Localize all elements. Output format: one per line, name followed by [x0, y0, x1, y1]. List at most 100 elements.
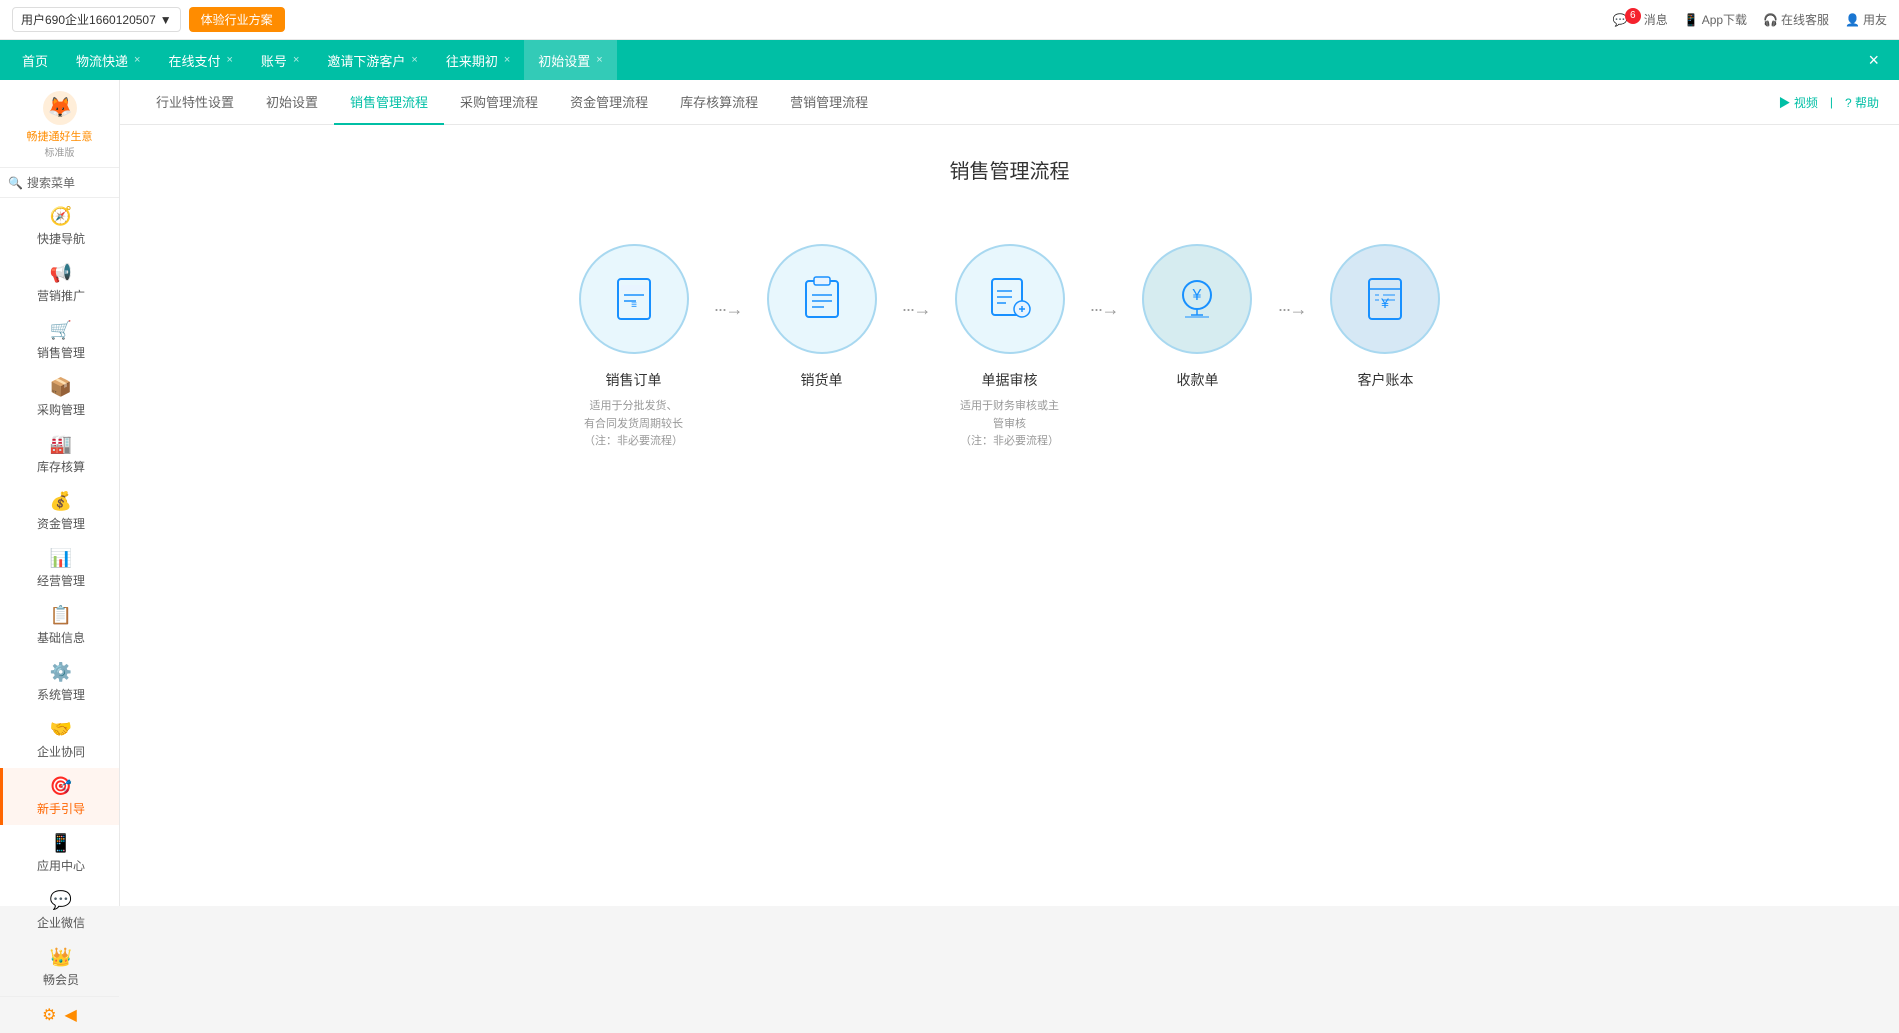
- sidebar-item-label: 销售管理: [37, 344, 85, 361]
- step-circle-audit: [955, 244, 1065, 354]
- step-circle-sales-order: ≡: [579, 244, 689, 354]
- sub-tab-finance-flow[interactable]: 资金管理流程: [554, 80, 664, 125]
- quick-nav-icon: 🧭: [50, 206, 72, 227]
- member-icon: 👑: [50, 947, 72, 968]
- sidebar-item-quick-nav[interactable]: 🧭 快捷导航: [0, 198, 119, 255]
- nav-tab-close-icon[interactable]: ×: [596, 54, 602, 66]
- user-avatar-item[interactable]: 👤 用友: [1845, 11, 1887, 28]
- sub-tab-industry[interactable]: 行业特性设置: [140, 80, 250, 125]
- receipt-icon: ¥: [1171, 273, 1223, 325]
- sub-tab-purchase-flow[interactable]: 采购管理流程: [444, 80, 554, 125]
- sidebar-item-guide[interactable]: 🎯 新手引导: [0, 768, 119, 825]
- step-name-delivery: 销货单: [801, 370, 843, 390]
- sub-tab-sales-flow[interactable]: 销售管理流程: [334, 80, 444, 125]
- sidebar-item-member[interactable]: 👑 畅会员: [0, 939, 119, 996]
- sub-tab-init[interactable]: 初始设置: [250, 80, 334, 125]
- nav-tab-home[interactable]: 首页: [8, 40, 62, 80]
- sidebar-search[interactable]: 🔍 搜索菜单: [0, 168, 119, 198]
- delivery-icon: [796, 273, 848, 325]
- app-download-item[interactable]: 📱 App下载: [1684, 11, 1747, 28]
- sidebar-item-weixin[interactable]: 💬 企业微信: [0, 882, 119, 939]
- flow-arrow-1: ···→: [714, 244, 742, 320]
- sidebar-item-operation[interactable]: 📊 经营管理: [0, 540, 119, 597]
- flow-content: 销售管理流程 ≡ 销售订单 适用: [120, 125, 1899, 906]
- sidebar-logo: 🦊 畅捷通好生意 标准版: [0, 80, 119, 168]
- nav-close-all-btn[interactable]: ×: [1856, 50, 1891, 71]
- nav-tab-close-icon[interactable]: ×: [411, 54, 417, 66]
- nav-tab-close-icon[interactable]: ×: [226, 54, 232, 66]
- guide-icon: 🎯: [50, 776, 72, 797]
- header-right: 💬 6 消息 📱 App下载 🎧 在线客服 👤 用友: [1613, 11, 1887, 28]
- sidebar-item-label: 库存核算: [37, 458, 85, 475]
- sidebar-item-collab[interactable]: 🤝 企业协同: [0, 711, 119, 768]
- sales-icon: 🛒: [50, 320, 72, 341]
- chevron-down-icon: ▼: [160, 13, 172, 27]
- sidebar-item-finance[interactable]: 💰 资金管理: [0, 483, 119, 540]
- nav-tab-label: 物流快递: [76, 51, 128, 70]
- weixin-icon: 💬: [50, 890, 72, 911]
- flow-step-sales-order: ≡ 销售订单 适用于分批发货、有合同发货周期较长（注：非必要流程）: [554, 244, 714, 451]
- nav-tab-label: 首页: [22, 51, 48, 70]
- nav-tab-account[interactable]: 账号 ×: [247, 40, 313, 80]
- nav-tab-period[interactable]: 往来期初 ×: [432, 40, 524, 80]
- nav-tab-close-icon[interactable]: ×: [134, 54, 140, 66]
- sidebar-item-app-center[interactable]: 📱 应用中心: [0, 825, 119, 882]
- purchase-icon: 📦: [50, 377, 72, 398]
- sidebar-item-marketing[interactable]: 📢 营销推广: [0, 255, 119, 312]
- sidebar-item-system[interactable]: ⚙️ 系统管理: [0, 654, 119, 711]
- trial-btn[interactable]: 体验行业方案: [189, 7, 285, 32]
- nav-tab-label: 在线支付: [168, 51, 220, 70]
- svg-text:🦊: 🦊: [47, 96, 72, 119]
- nav-tab-close-icon[interactable]: ×: [504, 54, 510, 66]
- sidebar-item-sales[interactable]: 🛒 销售管理: [0, 312, 119, 369]
- sidebar-item-label: 经营管理: [37, 572, 85, 589]
- system-icon: ⚙️: [50, 662, 72, 683]
- online-service-item[interactable]: 🎧 在线客服: [1763, 11, 1829, 28]
- step-desc-audit: 适用于财务审核或主管审核（注：非必要流程）: [960, 398, 1059, 451]
- sub-tabs: 行业特性设置 初始设置 销售管理流程 采购管理流程 资金管理流程 库存核算流程 …: [120, 80, 1899, 125]
- step-desc-sales-order: 适用于分批发货、有合同发货周期较长（注：非必要流程）: [584, 398, 683, 451]
- sales-order-icon: ≡: [608, 273, 660, 325]
- inventory-icon: 🏭: [50, 434, 72, 455]
- sidebar-item-purchase[interactable]: 📦 采购管理: [0, 369, 119, 426]
- sidebar-item-basic[interactable]: 📋 基础信息: [0, 597, 119, 654]
- flow-arrow-4: ···→: [1277, 244, 1305, 320]
- sub-tab-inventory-flow[interactable]: 库存核算流程: [664, 80, 774, 125]
- help-link[interactable]: ? 帮助: [1845, 94, 1879, 111]
- user-selector[interactable]: 用户690企业1660120507 ▼: [12, 7, 181, 32]
- sidebar-item-inventory[interactable]: 🏭 库存核算: [0, 426, 119, 483]
- collab-icon: 🤝: [50, 719, 72, 740]
- message-badge: 6: [1625, 8, 1641, 24]
- user-name: 用友: [1863, 11, 1887, 28]
- avatar: 👤: [1845, 13, 1860, 27]
- app-logo-icon: 🦊: [42, 90, 78, 126]
- step-circle-account: ¥: [1330, 244, 1440, 354]
- content-area: 行业特性设置 初始设置 销售管理流程 采购管理流程 资金管理流程 库存核算流程 …: [120, 80, 1899, 906]
- flow-step-account: ¥ 客户账本: [1305, 244, 1465, 398]
- sidebar-item-label: 企业微信: [37, 914, 85, 931]
- nav-tab-payment[interactable]: 在线支付 ×: [154, 40, 246, 80]
- headset-icon: 🎧: [1763, 13, 1778, 27]
- settings-icon[interactable]: ⚙: [42, 1005, 56, 1025]
- sub-tab-marketing-flow[interactable]: 营销管理流程: [774, 80, 884, 125]
- step-circle-delivery: [767, 244, 877, 354]
- nav-tab-label: 账号: [261, 51, 287, 70]
- nav-tab-logistics[interactable]: 物流快递 ×: [62, 40, 154, 80]
- nav-tab-init[interactable]: 初始设置 ×: [524, 40, 616, 80]
- video-link[interactable]: ▶ 视频: [1778, 94, 1817, 111]
- message-item[interactable]: 💬 6 消息: [1613, 11, 1668, 28]
- sub-tabs-right: ▶ 视频 | ? 帮助: [1778, 94, 1879, 111]
- svg-text:¥: ¥: [1192, 287, 1202, 304]
- flow-steps: ≡ 销售订单 适用于分批发货、有合同发货周期较长（注：非必要流程） ···→: [160, 244, 1859, 451]
- account-icon: ¥: [1359, 273, 1411, 325]
- sidebar-item-label: 采购管理: [37, 401, 85, 418]
- nav-tab-invite[interactable]: 邀请下游客户 ×: [313, 40, 431, 80]
- collapse-icon[interactable]: ◀: [65, 1005, 77, 1025]
- step-name-audit: 单据审核: [982, 370, 1038, 390]
- sidebar-item-label: 应用中心: [37, 857, 85, 874]
- nav-tab-close-icon[interactable]: ×: [293, 54, 299, 66]
- main-layout: 🦊 畅捷通好生意 标准版 🔍 搜索菜单 🧭 快捷导航 📢 营销推广 🛒 销售管理…: [0, 80, 1899, 906]
- header-left: 用户690企业1660120507 ▼ 体验行业方案: [12, 7, 285, 32]
- audit-icon: [984, 273, 1036, 325]
- sidebar-item-label: 快捷导航: [37, 230, 85, 247]
